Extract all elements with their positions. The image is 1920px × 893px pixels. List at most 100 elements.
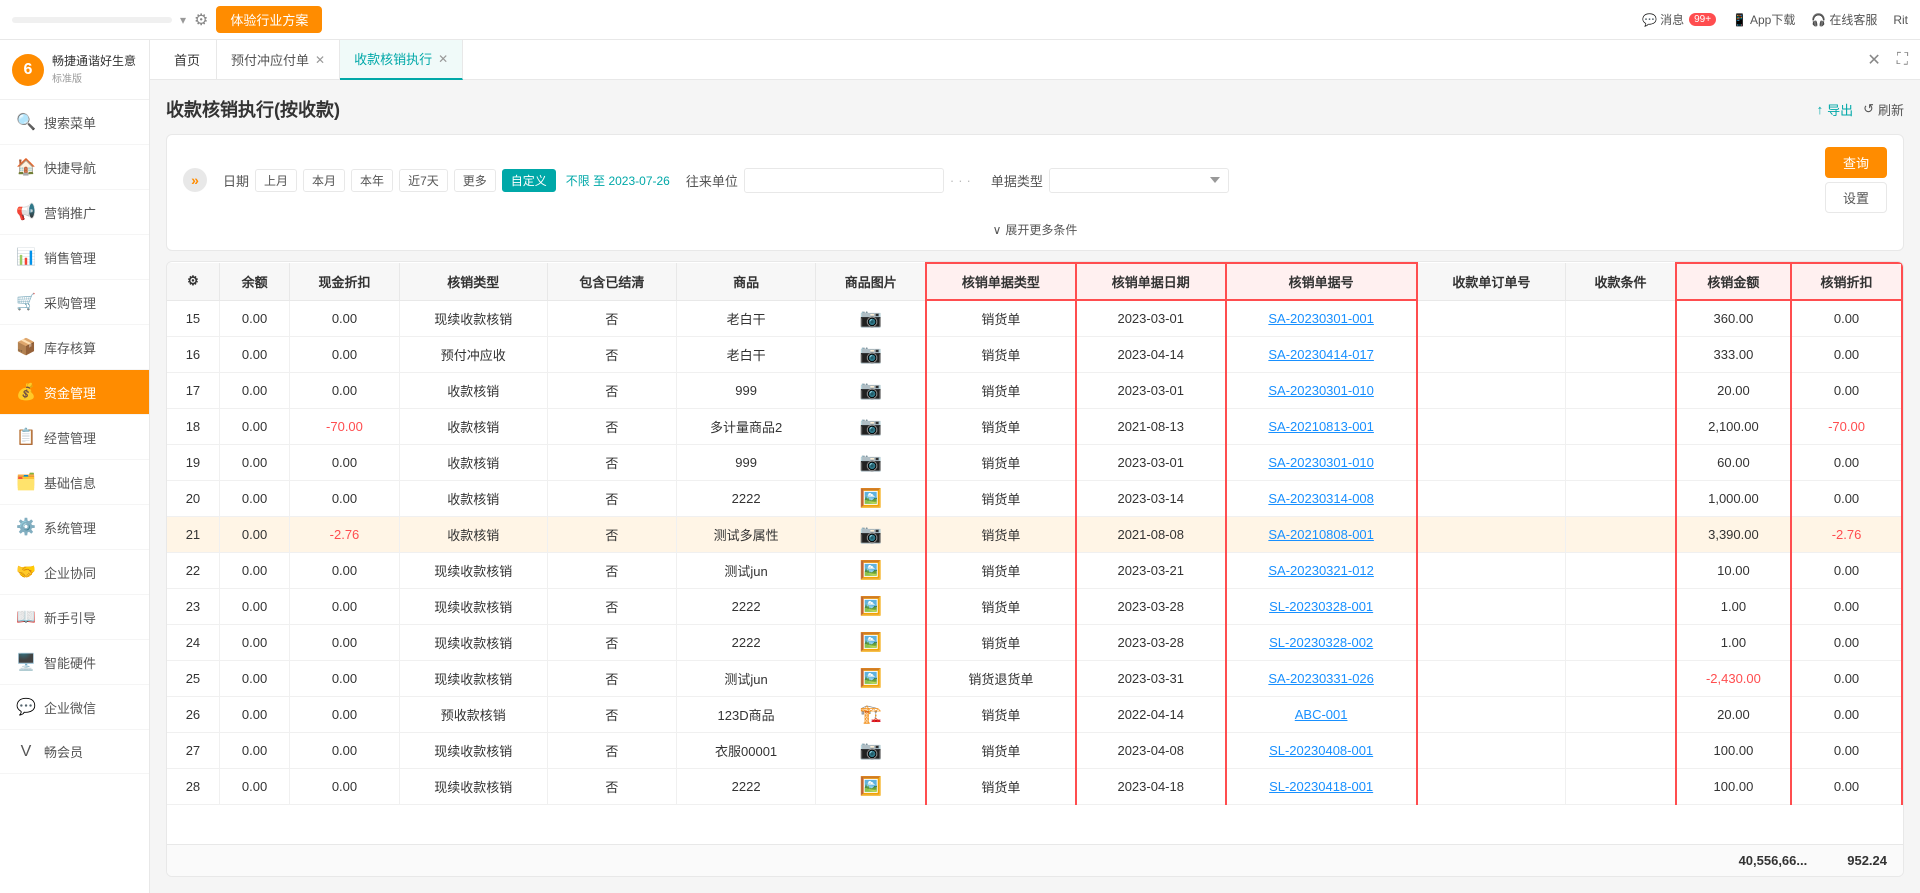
sidebar-item-sales[interactable]: 📊 销售管理 <box>0 235 149 280</box>
cell-receipt-cond <box>1566 372 1676 408</box>
sidebar-item-operation[interactable]: 📋 经营管理 <box>0 415 149 460</box>
footer-discount-total: 952.24 <box>1847 853 1887 868</box>
cell-bill-no[interactable]: SA-20230414-017 <box>1226 336 1417 372</box>
cell-bill-no[interactable]: SA-20230301-001 <box>1226 300 1417 336</box>
expand-more-button[interactable]: ∨ 展开更多条件 <box>993 221 1078 238</box>
sidebar-item-search[interactable]: 🔍 搜索菜单 <box>0 100 149 145</box>
sidebar-item-inventory[interactable]: 📦 库存核算 <box>0 325 149 370</box>
tab-writeoff[interactable]: 收款核销执行 ✕ <box>340 40 463 80</box>
sidebar-item-shortcut[interactable]: 🏠 快捷导航 <box>0 145 149 190</box>
tab-bar-actions: ✕ ⛶ <box>1863 46 1912 74</box>
close-all-icon[interactable]: ✕ <box>1863 46 1884 74</box>
page-content: 收款核销执行(按收款) ↑ 导出 ↺ 刷新 » 日期 <box>150 80 1920 893</box>
cell-bill-no[interactable]: SA-20210808-001 <box>1226 516 1417 552</box>
filter-date-more[interactable]: 更多 <box>454 169 496 192</box>
cell-bill-no[interactable]: SL-20230328-001 <box>1226 588 1417 624</box>
cell-bill-type: 销货退货单 <box>926 660 1076 696</box>
filter-dots: ··· <box>950 173 975 188</box>
cell-product-img: 🖼️ <box>816 588 926 624</box>
filter-type-select[interactable] <box>1049 168 1229 193</box>
cell-bill-date: 2023-03-28 <box>1076 588 1226 624</box>
filter-date-custom[interactable]: 自定义 <box>502 169 556 192</box>
maximize-icon[interactable]: ⛶ <box>1893 47 1912 73</box>
sidebar-item-purchase[interactable]: 🛒 采购管理 <box>0 280 149 325</box>
table-row: 21 0.00 -2.76 收款核销 否 测试多属性 📷 销货单 2021-08… <box>167 516 1902 552</box>
sidebar-item-marketing[interactable]: 📢 营销推广 <box>0 190 149 235</box>
cell-writeoff-type: 现续收款核销 <box>399 660 547 696</box>
cell-discount: -70.00 <box>1791 408 1902 444</box>
cell-amount: 20.00 <box>1676 696 1791 732</box>
cell-id: 17 <box>167 372 219 408</box>
table-header-row: ⚙ 余额 现金折扣 核销类型 包含已结清 商品 商品图片 核销单据类型 核销单据… <box>167 263 1902 300</box>
sidebar-item-finance[interactable]: 💰 资金管理 <box>0 370 149 415</box>
cell-cash-discount: -2.76 <box>290 516 399 552</box>
filter-unit-input[interactable] <box>744 168 944 193</box>
cell-id: 25 <box>167 660 219 696</box>
filter-date-this-month[interactable]: 本月 <box>303 169 345 192</box>
sidebar-item-system[interactable]: ⚙️ 系统管理 <box>0 505 149 550</box>
logo-icon: 6 <box>12 54 44 86</box>
cell-bill-no[interactable]: SA-20230321-012 <box>1226 552 1417 588</box>
cell-bill-type: 销货单 <box>926 768 1076 804</box>
tab-home[interactable]: 首页 <box>158 40 217 80</box>
refresh-button[interactable]: ↺ 刷新 <box>1863 100 1904 119</box>
col-bill-type: 核销单据类型 <box>926 263 1076 300</box>
tab-prepay[interactable]: 预付冲应付单 ✕ <box>217 40 340 80</box>
cell-bill-no[interactable]: SL-20230418-001 <box>1226 768 1417 804</box>
online-service-item[interactable]: 🎧 在线客服 <box>1811 11 1877 28</box>
settings-button[interactable]: 设置 <box>1825 182 1887 213</box>
cell-bill-type: 销货单 <box>926 372 1076 408</box>
table-scroll[interactable]: ⚙ 余额 现金折扣 核销类型 包含已结清 商品 商品图片 核销单据类型 核销单据… <box>167 262 1903 844</box>
cell-bill-no[interactable]: SA-20230301-010 <box>1226 372 1417 408</box>
sidebar-item-guide[interactable]: 📖 新手引导 <box>0 595 149 640</box>
trial-button[interactable]: 体验行业方案 <box>216 6 322 33</box>
top-search-box[interactable] <box>12 17 172 23</box>
cell-receipt-cond <box>1566 768 1676 804</box>
cell-discount: 0.00 <box>1791 552 1902 588</box>
cell-bill-no[interactable]: SA-20230301-010 <box>1226 444 1417 480</box>
filter-expand-button[interactable]: » <box>183 168 207 192</box>
query-button[interactable]: 查询 <box>1825 147 1887 178</box>
cell-bill-no[interactable]: SL-20230408-001 <box>1226 732 1417 768</box>
logo-sub: 标准版 <box>52 70 136 85</box>
cell-product-img: 🖼️ <box>816 552 926 588</box>
sidebar-item-wechat[interactable]: 💬 企业微信 <box>0 685 149 730</box>
cell-bill-type: 销货单 <box>926 732 1076 768</box>
cell-bill-no[interactable]: SA-20230331-026 <box>1226 660 1417 696</box>
tab-close-icon[interactable]: ✕ <box>315 53 325 67</box>
sidebar-item-basic[interactable]: 🗂️ 基础信息 <box>0 460 149 505</box>
cell-bill-no[interactable]: SA-20230314-008 <box>1226 480 1417 516</box>
cell-bill-no[interactable]: SL-20230328-002 <box>1226 624 1417 660</box>
cell-product: 2222 <box>676 624 816 660</box>
user-name-item[interactable]: Rit <box>1893 13 1908 27</box>
cell-bill-no[interactable]: SA-20210813-001 <box>1226 408 1417 444</box>
cell-bill-no[interactable]: ABC-001 <box>1226 696 1417 732</box>
cell-product-img: 📷 <box>816 300 926 336</box>
chevron-down-icon[interactable]: ▾ <box>180 13 186 27</box>
tab-close-icon[interactable]: ✕ <box>438 52 448 66</box>
wechat-icon: 💬 <box>16 697 36 717</box>
cell-bill-type: 销货单 <box>926 552 1076 588</box>
cell-bill-date: 2022-04-14 <box>1076 696 1226 732</box>
gear-icon[interactable]: ⚙ <box>194 10 208 30</box>
cell-receipt-cond <box>1566 660 1676 696</box>
export-icon: ↑ <box>1817 102 1824 117</box>
message-item[interactable]: 💬 消息 99+ <box>1642 11 1716 28</box>
cell-id: 26 <box>167 696 219 732</box>
cell-writeoff-type: 收款核销 <box>399 444 547 480</box>
purchase-icon: 🛒 <box>16 292 36 312</box>
home-icon: 🏠 <box>16 157 36 177</box>
collab-icon: 🤝 <box>16 562 36 582</box>
hardware-icon: 🖥️ <box>16 652 36 672</box>
page-header: 收款核销执行(按收款) ↑ 导出 ↺ 刷新 <box>166 96 1904 122</box>
sidebar-item-collab[interactable]: 🤝 企业协同 <box>0 550 149 595</box>
filter-date-last-month[interactable]: 上月 <box>255 169 297 192</box>
export-button[interactable]: ↑ 导出 <box>1817 100 1854 119</box>
app-download-item[interactable]: 📱 App下载 <box>1732 11 1795 28</box>
sidebar-item-hardware[interactable]: 🖥️ 智能硬件 <box>0 640 149 685</box>
sidebar-item-member[interactable]: V 畅会员 <box>0 730 149 774</box>
filter-date-this-year[interactable]: 本年 <box>351 169 393 192</box>
col-cash-discount: 现金折扣 <box>290 263 399 300</box>
filter-date-7days[interactable]: 近7天 <box>399 169 448 192</box>
cell-bill-type: 销货单 <box>926 696 1076 732</box>
